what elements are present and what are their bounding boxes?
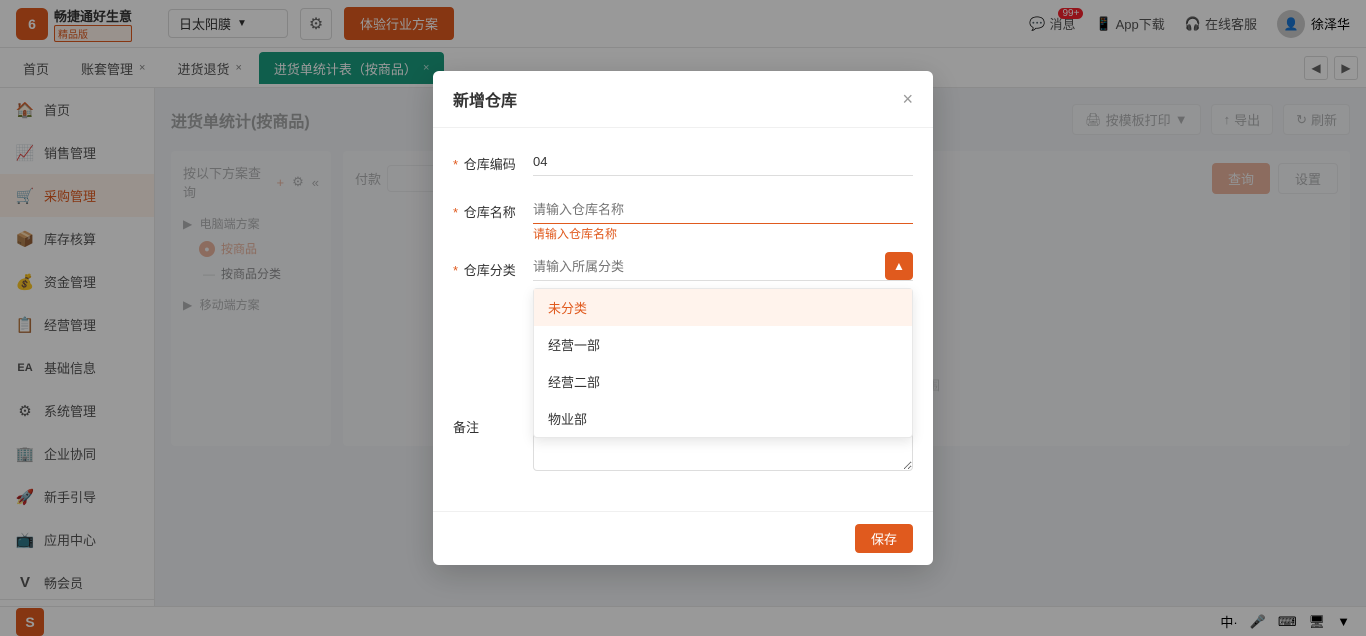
warehouse-name-error: 请输入仓库名称	[533, 225, 617, 242]
modal-footer: 保存	[433, 511, 933, 565]
modal-header: 新增仓库 ×	[433, 71, 933, 128]
warehouse-category-label-wrap: * 仓库分类	[453, 252, 533, 279]
dropdown-item-uncategorized[interactable]: 未分类	[534, 289, 912, 326]
category-input[interactable]	[533, 253, 885, 280]
save-btn[interactable]: 保存	[855, 524, 913, 553]
warehouse-category-label: 仓库分类	[464, 263, 516, 278]
notes-label-wrap: 备注	[453, 411, 533, 436]
warehouse-category-field: * 仓库分类 ▲ 未分类 经营一部 经营二部 物业部	[453, 252, 913, 281]
warehouse-name-field: * 仓库名称 请输入仓库名称	[453, 196, 913, 224]
warehouse-code-label: 仓库编码	[464, 157, 516, 172]
dropdown-item-ops1[interactable]: 经营一部	[534, 326, 912, 363]
warehouse-modal: 新增仓库 × * 仓库编码 * 仓库名称 请输入仓库名称	[433, 71, 933, 565]
category-dropdown-list: 未分类 经营一部 经营二部 物业部	[533, 288, 913, 438]
modal-close-btn[interactable]: ×	[902, 90, 913, 108]
warehouse-name-input[interactable]	[533, 196, 913, 224]
category-input-row: ▲	[533, 252, 913, 281]
dropdown-item-ops2[interactable]: 经营二部	[534, 363, 912, 400]
warehouse-code-field: * 仓库编码	[453, 148, 913, 176]
modal-overlay[interactable]: 新增仓库 × * 仓库编码 * 仓库名称 请输入仓库名称	[0, 0, 1366, 636]
warehouse-name-label-wrap: * 仓库名称	[453, 196, 533, 221]
warehouse-code-label-wrap: * 仓库编码	[453, 148, 533, 173]
dropdown-item-property[interactable]: 物业部	[534, 400, 912, 437]
modal-title: 新增仓库	[453, 87, 517, 111]
notes-label: 备注	[453, 420, 479, 435]
required-star-2: *	[453, 205, 458, 220]
category-dropdown-wrapper: ▲ 未分类 经营一部 经营二部 物业部	[533, 252, 913, 281]
required-star-1: *	[453, 157, 458, 172]
warehouse-name-label: 仓库名称	[464, 205, 516, 220]
required-star-3: *	[453, 263, 458, 278]
warehouse-code-input[interactable]	[533, 148, 913, 176]
modal-body: * 仓库编码 * 仓库名称 请输入仓库名称 * 仓库分类	[433, 128, 933, 511]
category-toggle-btn[interactable]: ▲	[885, 252, 913, 280]
